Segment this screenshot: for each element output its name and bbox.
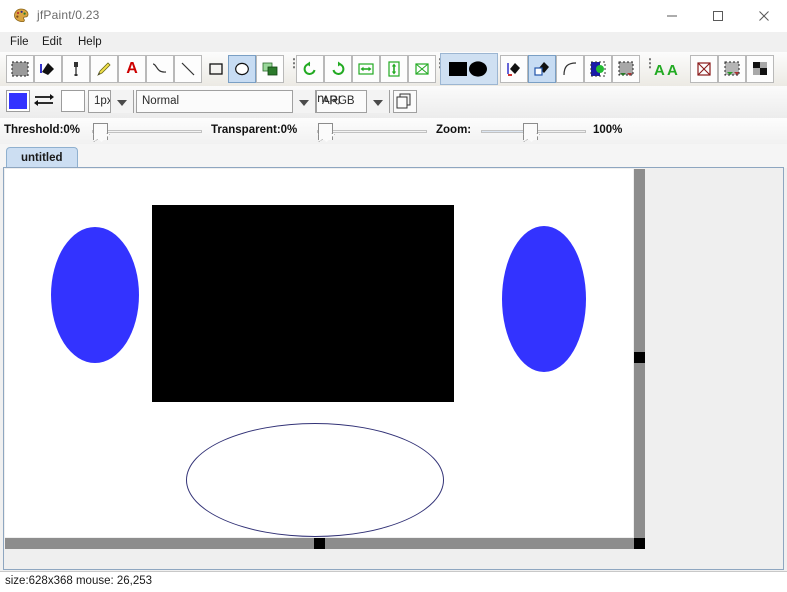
- chevron-down-icon: [366, 90, 389, 113]
- canvas-bottom-edge-bar[interactable]: [5, 538, 645, 549]
- ellipse-blue-left[interactable]: [51, 227, 139, 363]
- arc-tool[interactable]: [556, 55, 584, 83]
- transparent-slider[interactable]: [317, 123, 427, 142]
- color-model-arrow[interactable]: [366, 90, 390, 113]
- jfpaint-window: jfPaint/0.23 File Edit Help A ⋮ ⋮ A A 1p…: [0, 0, 787, 592]
- menu-file-label: File: [10, 36, 29, 48]
- move-layer-tool[interactable]: [256, 55, 284, 83]
- resize-handle-right[interactable]: [634, 352, 645, 363]
- window-title: jfPaint/0.23: [37, 8, 100, 22]
- curve-tool[interactable]: [146, 55, 174, 83]
- background-color-swatch[interactable]: [61, 90, 85, 112]
- tab-untitled-label: untitled: [21, 152, 63, 164]
- maximize-button[interactable]: [695, 0, 741, 31]
- menu-help[interactable]: Help: [74, 35, 106, 49]
- blend-mode-value: Normal: [142, 95, 180, 107]
- ellipse-tool[interactable]: [228, 55, 256, 83]
- minimize-button[interactable]: [649, 0, 695, 31]
- zoom-slider[interactable]: [481, 123, 586, 142]
- resize-handle-corner[interactable]: [634, 538, 645, 549]
- zoom-slider-knob[interactable]: [523, 123, 538, 142]
- threshold-label: Threshold:0%: [4, 124, 81, 136]
- flip-vertical-tool[interactable]: [380, 55, 408, 83]
- resize-handle-bottom[interactable]: [314, 538, 325, 549]
- toolbar-separator-2: ⋮: [434, 57, 446, 78]
- palette-icon: [12, 7, 30, 25]
- chevron-down-icon: [292, 90, 315, 113]
- flip-horizontal-tool[interactable]: [352, 55, 380, 83]
- transparency-tool[interactable]: [718, 55, 746, 83]
- menu-bar: File Edit Help: [0, 32, 787, 53]
- transparent-slider-knob[interactable]: [318, 123, 333, 142]
- zoom-label: Zoom:: [436, 124, 472, 136]
- title-bar: jfPaint/0.23: [0, 0, 787, 33]
- ellipse-outline[interactable]: [186, 423, 444, 537]
- menu-file[interactable]: File: [6, 35, 33, 49]
- copy-layer-button[interactable]: [393, 90, 417, 113]
- tab-untitled[interactable]: untitled: [6, 147, 78, 168]
- canvas-paper[interactable]: [5, 169, 633, 537]
- letter-a-icon: A: [126, 60, 138, 77]
- rectangle-tool[interactable]: [202, 55, 230, 83]
- toolbar-separator-1: ⋮: [288, 56, 300, 70]
- swap-colors-button[interactable]: [32, 90, 58, 112]
- gradient-tool[interactable]: [584, 55, 612, 83]
- transparent-label: Transparent:0%: [211, 124, 298, 136]
- clear-tool[interactable]: [690, 55, 718, 83]
- status-bar: size:628x368 mouse: 26,253: [0, 571, 787, 592]
- font-size-tool[interactable]: AA: [652, 55, 686, 83]
- threshold-slider[interactable]: [92, 123, 202, 142]
- rotate-left-tool[interactable]: [296, 55, 324, 83]
- fill-and-outline-tool[interactable]: [528, 55, 556, 83]
- canvas-editor[interactable]: [3, 167, 784, 570]
- blend-mode-combo[interactable]: Normal: [136, 90, 316, 113]
- zoom-value: 100%: [593, 124, 623, 136]
- crop-tool[interactable]: [408, 55, 436, 83]
- stroke-width-arrow[interactable]: [110, 90, 134, 113]
- fill-shape-tool[interactable]: [441, 55, 497, 83]
- chevron-down-icon: [110, 90, 133, 113]
- line-tool[interactable]: [174, 55, 202, 83]
- ellipse-blue-right[interactable]: [502, 226, 586, 372]
- foreground-color-swatch[interactable]: [6, 90, 30, 112]
- svg-text:A: A: [654, 62, 665, 78]
- rectangle-black[interactable]: [152, 205, 454, 402]
- pencil-tool[interactable]: [90, 55, 118, 83]
- eyedropper-tool[interactable]: [62, 55, 90, 83]
- menu-help-label: Help: [78, 36, 102, 48]
- svg-text:A: A: [667, 62, 678, 78]
- checker-tool[interactable]: [746, 55, 774, 83]
- threshold-slider-knob[interactable]: [93, 123, 108, 142]
- sliders-toolbar: Threshold:0% Transparent:0% Zoom: 100%: [0, 118, 787, 145]
- tools-toolbar: A ⋮ ⋮ A A: [0, 52, 787, 87]
- select-rectangle-tool[interactable]: [6, 55, 34, 83]
- toolbar-separator-3: ⋮: [644, 56, 656, 70]
- options-toolbar: 1px Normal ARGB ությ: [0, 86, 787, 119]
- fill-bucket-tool[interactable]: [34, 55, 62, 83]
- outline-shape-tool[interactable]: [500, 55, 528, 83]
- status-text: size:628x368 mouse: 26,253: [5, 575, 153, 587]
- close-button[interactable]: [741, 0, 787, 31]
- document-tab-strip: untitled: [0, 144, 787, 168]
- rotate-right-tool[interactable]: [324, 55, 352, 83]
- menu-edit[interactable]: Edit: [38, 35, 66, 49]
- text-tool[interactable]: A: [118, 55, 146, 83]
- menu-edit-label: Edit: [42, 36, 62, 48]
- color-model-value: ARGB: [322, 95, 355, 107]
- texture-tool[interactable]: [612, 55, 640, 83]
